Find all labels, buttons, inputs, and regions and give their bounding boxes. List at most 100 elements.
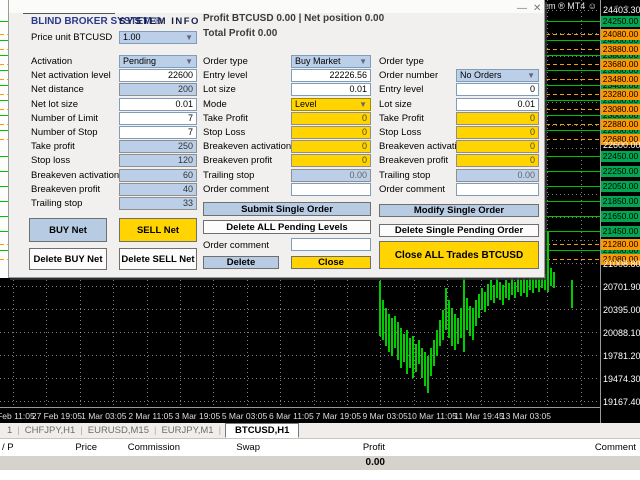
col3-label-stop-loss: Stop Loss (379, 127, 422, 138)
table-header--p: / P (2, 442, 14, 453)
col2-field-breakeven-activation[interactable]: 0 (291, 140, 371, 153)
col2-label-mode: Mode (203, 99, 227, 110)
profit-net-position-text: Profit BTCUSD 0.00 | Net position 0.00 (203, 13, 385, 24)
price-tag-orange: 23880.00 (601, 44, 640, 55)
col2-field-stop-loss[interactable]: 0 (291, 126, 371, 139)
candle-bar (514, 282, 516, 298)
candle-bar (505, 280, 507, 298)
delete-buy-net-button[interactable]: Delete BUY Net (29, 248, 107, 270)
col2-field-order-comment[interactable] (291, 183, 371, 196)
trade-table-header: / P Price Commission Swap Profit Comment (0, 439, 640, 456)
chart-tab-bar: 1 | CHFJPY,H1 | EURUSD,M15 | EURJPY,M1 | BTCUSD,… (0, 423, 640, 439)
panel-close-icon[interactable]: ✕ (533, 4, 541, 14)
delete-single-pending-order-button[interactable]: Delete Single Pending Order (379, 224, 539, 237)
col2-field-take-profit[interactable]: 0 (291, 112, 371, 125)
col1-field-number-of-limit[interactable]: 7 (119, 112, 197, 125)
chart-tab-eurusd-m15[interactable]: EURUSD,M15 (83, 425, 154, 436)
delete-sell-net-button[interactable]: Delete SELL Net (119, 248, 197, 270)
col3-field-trailing-stop[interactable]: 0.00 (456, 169, 539, 182)
col1-field-breakeven-activation[interactable]: 60 (119, 169, 197, 182)
table-header-swap: Swap (236, 442, 260, 453)
col1-field-net-activation-level[interactable]: 22600 (119, 69, 197, 82)
col3-field-stop-loss[interactable]: 0 (456, 126, 539, 139)
price-tag-green: 21650.00 (601, 211, 640, 222)
candle-bar (382, 300, 384, 340)
chart-tab-chfjpy-h1[interactable]: CHFJPY,H1 (20, 425, 81, 436)
col2-field-trailing-stop[interactable]: 0.00 (291, 169, 371, 182)
candle-bar (397, 322, 399, 360)
col1-field-trailing-stop[interactable]: 33 (119, 197, 197, 210)
submit-single-order-button[interactable]: Submit Single Order (203, 202, 371, 216)
delete-all-pending-levels-button[interactable]: Delete ALL Pending Levels (203, 220, 371, 234)
candle-bar (532, 277, 534, 293)
col1-dropdown-activation[interactable]: ▼ Pending (119, 55, 197, 68)
candle-bar (553, 272, 555, 288)
col3-field-lot-size[interactable]: 0.01 (456, 98, 539, 111)
col1-label-activation: Activation (31, 56, 73, 67)
col2-label-order-comment: Order comment (203, 184, 269, 195)
candle-bar (421, 348, 423, 378)
col2-dropdown-order-type[interactable]: ▼ Buy Market (291, 55, 371, 68)
tab-scroll-right-icon[interactable]: ► (624, 4, 631, 11)
col3-field-entry-level[interactable]: 0 (456, 83, 539, 96)
chart-tab-btcusd-h1[interactable]: BTCUSD,H1 (225, 423, 300, 438)
col1-field-net-distance[interactable]: 200 (119, 83, 197, 96)
candle-bar (487, 284, 489, 306)
col1-label-net-activation-level: Net activation level (31, 70, 111, 81)
col2-field-breakeven-profit[interactable]: 0 (291, 154, 371, 167)
candle-bar (523, 277, 525, 293)
col3-label-entry-level: Entry level (379, 84, 424, 95)
col3-field-breakeven-profit[interactable]: 0 (456, 154, 539, 167)
candle-bar (571, 280, 573, 308)
col3-field-take-profit[interactable]: 0 (456, 112, 539, 125)
buy-net-button[interactable]: BUY Net (29, 218, 107, 242)
col1-label-stop-loss: Stop loss (31, 155, 71, 166)
col2-field-entry-level[interactable]: 22226.56 (291, 69, 371, 82)
order-comment-input-2[interactable] (291, 238, 371, 251)
sell-net-button[interactable]: SELL Net (119, 218, 197, 242)
col3-label-take-profit: Take Profit (379, 113, 424, 124)
col2-label-take-profit: Take Profit (203, 113, 248, 124)
delete-button[interactable]: Delete (203, 256, 279, 269)
gridline-horizontal (0, 286, 600, 287)
col2-field-lot-size[interactable]: 0.01 (291, 83, 371, 96)
col1-dropdown-price-unit-btcusd[interactable]: ▼ 1.00 (119, 31, 197, 44)
time-axis-label: 9 Mar 03:05 (362, 411, 408, 421)
chart-tab-eurjpy-m1[interactable]: EURJPY,M1 (156, 425, 218, 436)
col1-label-trailing-stop: Trailing stop (31, 198, 83, 209)
col1-field-number-of-stop[interactable]: 7 (119, 126, 197, 139)
candle-bar (547, 232, 549, 292)
time-axis-label: 27 Feb 19:05 (31, 411, 82, 421)
balance-row: 0.00 (0, 456, 640, 470)
col2-label-breakeven-activation: Breakeven activation (203, 141, 292, 152)
candle-bar (550, 268, 552, 286)
col1-field-breakeven-profit[interactable]: 40 (119, 183, 197, 196)
modify-single-order-button[interactable]: Modify Single Order (379, 204, 539, 217)
price-axis-value: 19781.20 (603, 351, 640, 361)
col3-field-order-comment[interactable] (456, 183, 539, 196)
candle-bar (388, 314, 390, 352)
col3-label-lot-size: Lot size (379, 99, 412, 110)
price-axis-value: 20088.10 (603, 328, 640, 338)
col3-dropdown-order-number[interactable]: ▼ No Orders (456, 69, 539, 82)
chart-tab-1[interactable]: 1 (2, 425, 17, 436)
col2-dropdown-mode[interactable]: ▼ Level (291, 98, 371, 111)
chevron-down-icon: ▼ (185, 57, 193, 66)
price-tag-green: 24250.00 (601, 16, 640, 27)
col1-field-stop-loss[interactable]: 120 (119, 154, 197, 167)
col1-field-net-lot-size[interactable]: 0.01 (119, 98, 197, 111)
col3-field-breakeven-activation[interactable]: 0 (456, 140, 539, 153)
price-tag-orange: 22880.00 (601, 119, 640, 130)
col3-label-order-comment: Order comment (379, 184, 445, 195)
price-tag-orange: 23480.00 (601, 74, 640, 85)
candle-bar (454, 314, 456, 350)
chevron-down-icon: ▼ (527, 71, 535, 80)
col3-label-trailing-stop: Trailing stop (379, 170, 431, 181)
panel-minimize-icon[interactable]: — (517, 4, 527, 14)
price-tag-green: 21450.00 (601, 226, 640, 237)
price-axis-value: 19474.30 (603, 374, 640, 384)
tab-scroll-left-icon[interactable]: ◄ (612, 4, 619, 11)
close-button[interactable]: Close (291, 256, 371, 269)
close-all-trades-button[interactable]: Close ALL Trades BTCUSD (379, 241, 539, 269)
col1-field-take-profit[interactable]: 250 (119, 140, 197, 153)
